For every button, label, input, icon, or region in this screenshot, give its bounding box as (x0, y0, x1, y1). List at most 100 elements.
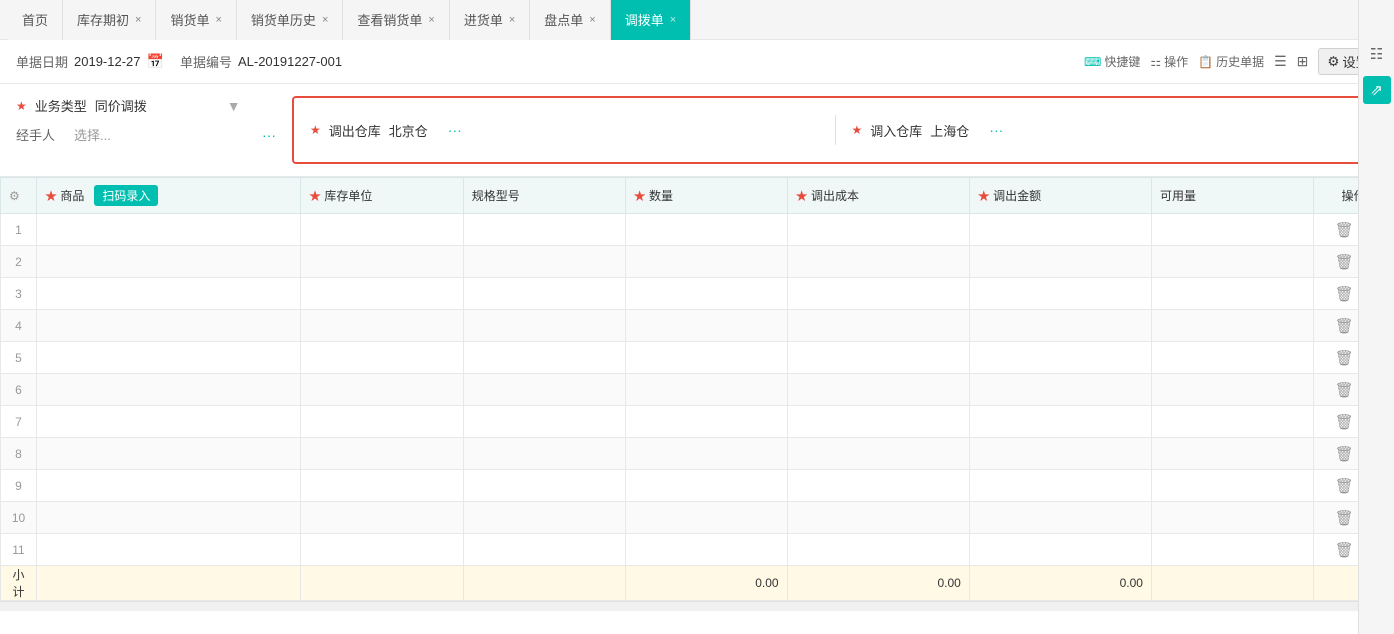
cost-cell[interactable] (787, 214, 969, 246)
spec-cell (463, 278, 625, 310)
amount-cell[interactable] (969, 502, 1151, 534)
cost-cell[interactable] (787, 470, 969, 502)
tab-sales-order-close[interactable]: × (215, 14, 221, 26)
cost-cell[interactable] (787, 502, 969, 534)
tab-stocktake-close[interactable]: × (589, 14, 595, 26)
delete-row-icon[interactable]: 🗑 (1335, 413, 1354, 431)
cost-cell[interactable] (787, 246, 969, 278)
product-cell[interactable] (37, 278, 301, 310)
tab-sales-history-label: 销货单历史 (251, 10, 316, 29)
tab-inventory-init[interactable]: 库存期初 × (63, 0, 156, 40)
product-cell[interactable] (37, 534, 301, 566)
spec-cell (463, 438, 625, 470)
qty-cell[interactable] (625, 406, 787, 438)
product-cell[interactable] (37, 246, 301, 278)
business-type-value[interactable]: 同价调拨 (95, 96, 215, 115)
qty-cell[interactable] (625, 214, 787, 246)
in-warehouse-more[interactable]: ··· (989, 122, 1003, 138)
amount-cell[interactable] (969, 278, 1151, 310)
operation-btn[interactable]: ⚏ 操作 (1150, 53, 1188, 70)
col-product-req: ★ (45, 189, 57, 203)
horizontal-scrollbar[interactable] (0, 601, 1394, 611)
product-cell[interactable] (37, 406, 301, 438)
cost-cell[interactable] (787, 438, 969, 470)
qty-cell[interactable] (625, 278, 787, 310)
table-row: 5 🗑 ⊕ (1, 342, 1394, 374)
shortcut-btn[interactable]: ⌨ 快捷键 (1084, 53, 1140, 70)
delete-row-icon[interactable]: 🗑 (1335, 349, 1354, 367)
business-type-dropdown[interactable]: ▼ (227, 98, 241, 114)
delete-row-icon[interactable]: 🗑 (1335, 317, 1354, 335)
amount-cell[interactable] (969, 438, 1151, 470)
unit-cell (301, 438, 464, 470)
product-cell[interactable] (37, 470, 301, 502)
out-warehouse-value[interactable]: 北京仓 (389, 121, 428, 140)
history-btn[interactable]: 📋 历史单据 (1198, 53, 1264, 70)
delete-row-icon[interactable]: 🗑 (1335, 541, 1354, 559)
delete-row-icon[interactable]: 🗑 (1335, 445, 1354, 463)
delete-row-icon[interactable]: 🗑 (1335, 221, 1354, 239)
cost-cell[interactable] (787, 342, 969, 374)
out-warehouse-more[interactable]: ··· (448, 122, 462, 138)
product-cell[interactable] (37, 438, 301, 470)
cost-cell[interactable] (787, 406, 969, 438)
view-toggle-list[interactable]: ☰ (1274, 53, 1287, 70)
cost-cell[interactable] (787, 278, 969, 310)
qty-cell[interactable] (625, 310, 787, 342)
cost-cell[interactable] (787, 310, 969, 342)
qty-cell[interactable] (625, 534, 787, 566)
handler-more-btn[interactable]: ··· (262, 127, 276, 143)
calendar-icon[interactable]: 📅 (147, 53, 164, 70)
sidebar-expand-icon[interactable]: ⇗ (1363, 76, 1391, 104)
delete-row-icon[interactable]: 🗑 (1335, 253, 1354, 271)
handler-placeholder[interactable]: 选择... (74, 125, 111, 144)
product-cell[interactable] (37, 502, 301, 534)
tab-transfer-close[interactable]: × (670, 14, 676, 26)
tab-sales-history[interactable]: 销货单历史 × (237, 0, 343, 40)
tab-purchase[interactable]: 进货单 × (450, 0, 530, 40)
tab-transfer[interactable]: 调拨单 × (611, 0, 691, 40)
amount-cell[interactable] (969, 342, 1151, 374)
cost-cell[interactable] (787, 374, 969, 406)
product-cell[interactable] (37, 342, 301, 374)
qty-cell[interactable] (625, 502, 787, 534)
delete-row-icon[interactable]: 🗑 (1335, 509, 1354, 527)
sidebar-doc-icon[interactable]: ☷ (1363, 40, 1391, 68)
delete-row-icon[interactable]: 🗑 (1335, 477, 1354, 495)
subtotal-row: 小计0.000.000.00 (1, 566, 1394, 601)
tab-sales-order-label: 销货单 (170, 10, 209, 29)
tab-inventory-init-close[interactable]: × (135, 14, 141, 26)
tab-view-sales[interactable]: 查看销货单 × (343, 0, 449, 40)
delete-row-icon[interactable]: 🗑 (1335, 285, 1354, 303)
amount-cell[interactable] (969, 246, 1151, 278)
gear-icon[interactable]: ⚙ (9, 189, 20, 203)
product-cell[interactable] (37, 310, 301, 342)
tab-sales-history-close[interactable]: × (322, 14, 328, 26)
product-cell[interactable] (37, 374, 301, 406)
scan-button[interactable]: 扫码录入 (94, 185, 158, 206)
product-cell[interactable] (37, 214, 301, 246)
cost-cell[interactable] (787, 534, 969, 566)
view-toggle-grid[interactable]: ⊞ (1297, 53, 1309, 70)
amount-cell[interactable] (969, 406, 1151, 438)
qty-cell[interactable] (625, 374, 787, 406)
amount-cell[interactable] (969, 470, 1151, 502)
tab-sales-order[interactable]: 销货单 × (156, 0, 236, 40)
in-warehouse-value[interactable]: 上海仓 (930, 121, 969, 140)
available-cell (1151, 310, 1313, 342)
tab-view-sales-close[interactable]: × (428, 14, 434, 26)
delete-row-icon[interactable]: 🗑 (1335, 381, 1354, 399)
tab-purchase-label: 进货单 (464, 10, 503, 29)
amount-cell[interactable] (969, 534, 1151, 566)
amount-cell[interactable] (969, 214, 1151, 246)
qty-cell[interactable] (625, 438, 787, 470)
amount-cell[interactable] (969, 374, 1151, 406)
qty-cell[interactable] (625, 470, 787, 502)
qty-cell[interactable] (625, 342, 787, 374)
amount-cell[interactable] (969, 310, 1151, 342)
tab-stocktake[interactable]: 盘点单 × (530, 0, 610, 40)
docno-label: 单据编号 (180, 52, 232, 71)
tab-purchase-close[interactable]: × (509, 14, 515, 26)
qty-cell[interactable] (625, 246, 787, 278)
tab-home[interactable]: 首页 (8, 0, 63, 40)
